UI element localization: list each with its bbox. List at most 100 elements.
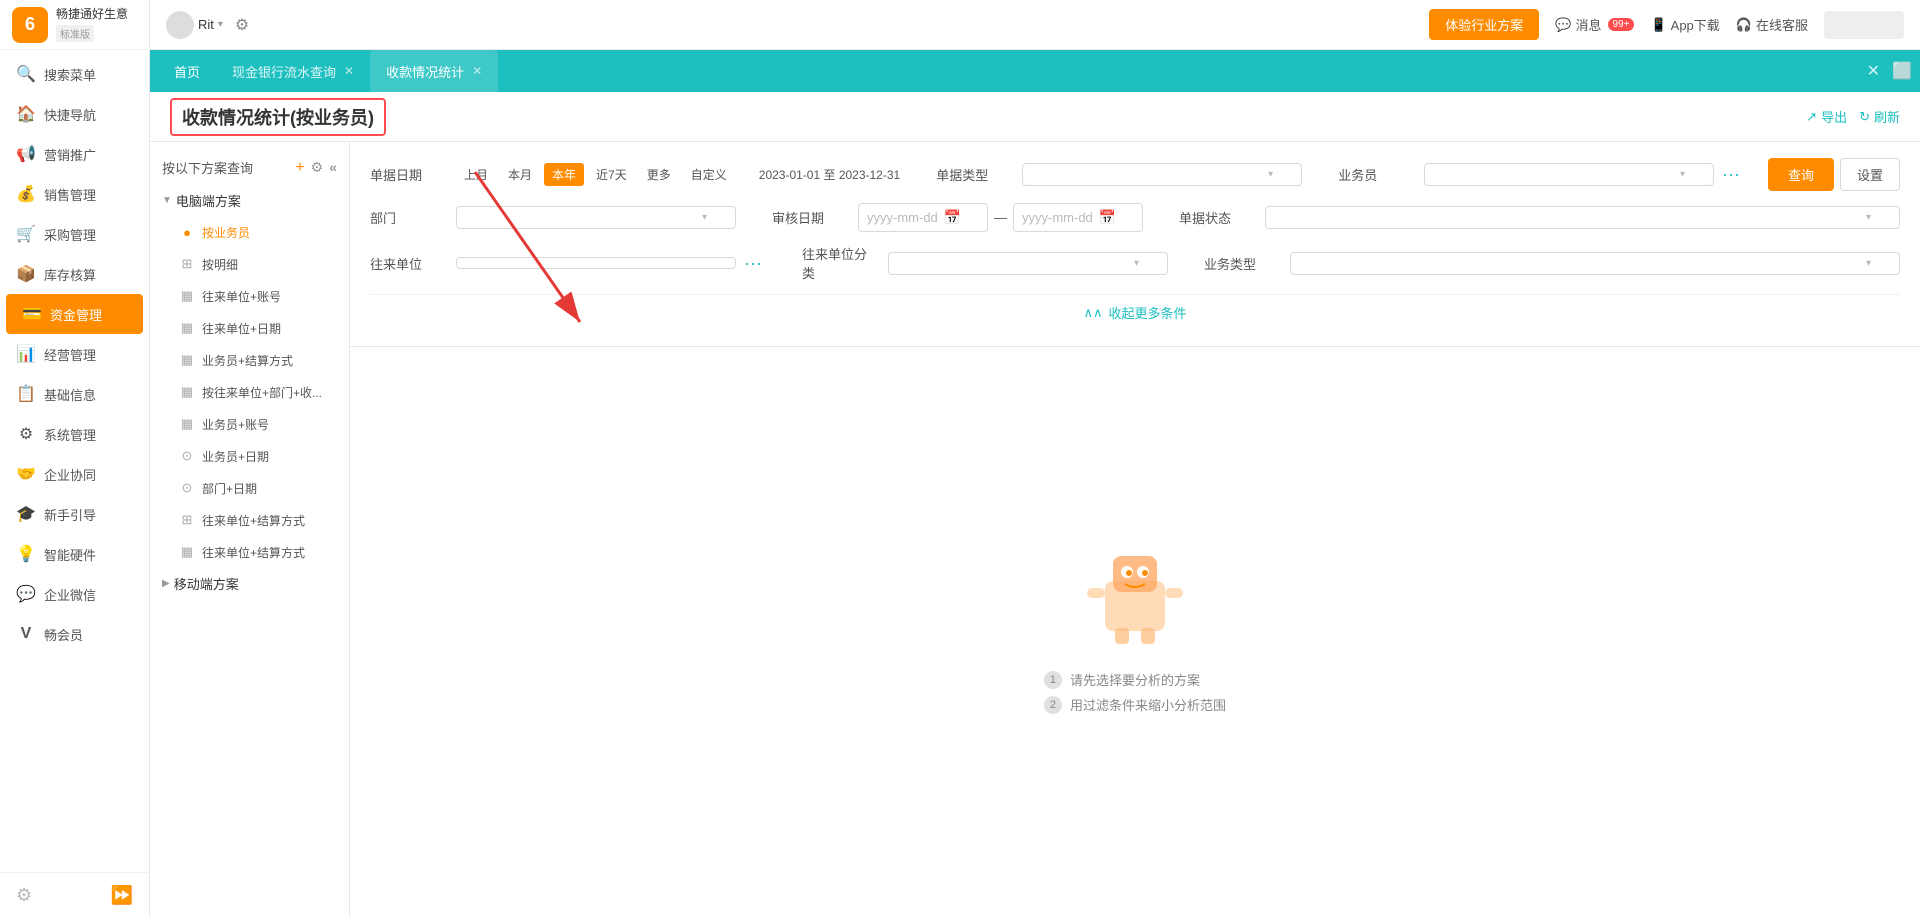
sidebar-item-quicknav[interactable]: 🏠 快捷导航 [0, 94, 149, 134]
desktop-group-header[interactable]: ▼ 电脑端方案 [150, 185, 349, 216]
collapse-filter-button[interactable]: ∧∧ 收起更多条件 [370, 294, 1900, 330]
online-service-button[interactable]: 🎧 在线客服 [1736, 15, 1808, 34]
calendar-to-icon[interactable]: 📅 [1099, 209, 1116, 226]
counterpart-category-label: 往来单位分类 [802, 244, 872, 282]
export-label: 导出 [1821, 107, 1847, 126]
trial-button[interactable]: 体验行业方案 [1429, 9, 1539, 40]
scheme-partner-payment2-icon: ▦ [178, 543, 196, 561]
refresh-label: 刷新 [1874, 107, 1900, 126]
sidebar-item-marketing[interactable]: 📢 营销推广 [0, 134, 149, 174]
date-tab-this-month[interactable]: 本月 [500, 163, 540, 186]
scheme-item-by-salesman[interactable]: ● 按业务员 [150, 216, 349, 248]
user-name: Rit [198, 17, 214, 32]
add-scheme-icon[interactable]: + [295, 159, 304, 177]
date-tab-this-year[interactable]: 本年 [544, 163, 584, 186]
dept-select[interactable]: ▾ [456, 206, 736, 229]
sidebar-item-hardware[interactable]: 💡 智能硬件 [0, 534, 149, 574]
bill-type-arrow-icon: ▾ [1268, 169, 1273, 180]
maximize-window-icon[interactable]: ⬜ [1892, 61, 1912, 81]
sidebar-item-sales[interactable]: 💰 销售管理 [0, 174, 149, 214]
bill-status-arrow-icon: ▾ [1866, 212, 1871, 223]
close-window-icon[interactable]: ✕ [1867, 61, 1880, 81]
tab-bank-flow-close[interactable]: ✕ [344, 64, 354, 78]
export-button[interactable]: ↗ 导出 [1806, 107, 1847, 126]
app-download-button[interactable]: 📱 App下载 [1650, 15, 1719, 34]
filter-row-1: 单据日期 上月 本月 本年 近7天 更多 自定义 2023-01-01 至 20… [370, 158, 1900, 191]
date-tab-more[interactable]: 更多 [639, 163, 679, 186]
tab-collection-close[interactable]: ✕ [472, 64, 482, 78]
sidebar-item-inventory[interactable]: 📦 库存核算 [0, 254, 149, 294]
sidebar-item-wechat[interactable]: 💬 企业微信 [0, 574, 149, 614]
scheme-item-partner-account[interactable]: ▦ 往来单位+账号 [150, 280, 349, 312]
bill-status-select[interactable]: ▾ [1265, 206, 1900, 229]
scheme-item-partner-dept[interactable]: ▦ 按往来单位+部门+收... [150, 376, 349, 408]
scheme-item-salesman-account[interactable]: ▦ 业务员+账号 [150, 408, 349, 440]
sidebar-item-label: 销售管理 [44, 185, 96, 204]
date-filter-label: 单据日期 [370, 165, 440, 184]
tab-home[interactable]: 首页 [158, 50, 216, 92]
sidebar-collapse-icon[interactable]: ⏩ [111, 885, 133, 906]
mobile-group-header[interactable]: ▶ 移动端方案 [150, 568, 349, 599]
counterpart-category-select[interactable]: ▾ [888, 252, 1168, 275]
page-header: 收款情况统计(按业务员) ↗ 导出 ↻ 刷新 [150, 92, 1920, 142]
sidebar-item-operations[interactable]: 📊 经营管理 [0, 334, 149, 374]
finance-icon: 💳 [22, 304, 42, 324]
scheme-item-partner-payment2[interactable]: ▦ 往来单位+结算方式 [150, 536, 349, 568]
collapse-panel-icon[interactable]: « [329, 159, 337, 177]
scheme-settings-icon[interactable]: ⚙ [311, 159, 324, 177]
topbar-gear-icon[interactable]: ⚙ [235, 15, 249, 35]
scheme-item-dept-date[interactable]: ⊙ 部门+日期 [150, 472, 349, 504]
refresh-button[interactable]: ↻ 刷新 [1859, 107, 1900, 126]
scheme-item-label: 业务员+账号 [202, 416, 269, 433]
sidebar-item-purchase[interactable]: 🛒 采购管理 [0, 214, 149, 254]
marketing-icon: 📢 [16, 144, 36, 164]
date-tab-7days[interactable]: 近7天 [588, 163, 635, 186]
date-dash: — [994, 210, 1007, 225]
scheme-item-partner-payment1[interactable]: ⊞ 往来单位+结算方式 [150, 504, 349, 536]
sidebar-item-member[interactable]: V 畅会员 [0, 614, 149, 654]
review-date-from-input[interactable]: yyyy-mm-dd 📅 [858, 203, 988, 232]
user-area[interactable]: Rit ▾ [166, 11, 223, 39]
sidebar-settings-icon[interactable]: ⚙ [16, 885, 32, 906]
salesman-more-icon[interactable]: ··· [1718, 164, 1744, 185]
tab-bank-flow[interactable]: 现金银行流水查询 ✕ [216, 50, 370, 92]
tab-collection[interactable]: 收款情况统计 ✕ [370, 50, 498, 92]
sidebar-item-guide[interactable]: 🎓 新手引导 [0, 494, 149, 534]
sidebar-item-basics[interactable]: 📋 基础信息 [0, 374, 149, 414]
sidebar-item-search[interactable]: 🔍 搜索菜单 [0, 54, 149, 94]
date-tab-custom[interactable]: 自定义 [683, 163, 735, 186]
tabs-bar-right: ✕ ⬜ [1867, 61, 1912, 81]
review-date-to-input[interactable]: yyyy-mm-dd 📅 [1013, 203, 1143, 232]
scheme-item-salesman-date[interactable]: ⊙ 业务员+日期 [150, 440, 349, 472]
search-icon: 🔍 [16, 64, 36, 84]
empty-step-2: 2 用过滤条件来缩小分析范围 [1044, 695, 1226, 714]
business-type-select[interactable]: ▾ [1290, 252, 1900, 275]
scheme-item-label: 按业务员 [202, 224, 250, 241]
sidebar-item-collab[interactable]: 🤝 企业协同 [0, 454, 149, 494]
sidebar-item-label: 库存核算 [44, 265, 96, 284]
bill-type-select[interactable]: ▾ [1022, 163, 1302, 186]
calendar-from-icon[interactable]: 📅 [944, 209, 961, 226]
messages-button[interactable]: 💬 消息 99+ [1555, 15, 1634, 34]
counterpart-select[interactable] [456, 257, 736, 269]
scheme-item-detail[interactable]: ⊞ 按明细 [150, 248, 349, 280]
scheme-item-label: 业务员+日期 [202, 448, 269, 465]
online-service-label: 在线客服 [1756, 15, 1808, 34]
settings-button[interactable]: 设置 [1840, 158, 1900, 191]
scheme-item-label: 往来单位+日期 [202, 320, 281, 337]
salesman-select[interactable]: ▾ [1424, 163, 1714, 186]
tab-collection-label: 收款情况统计 [386, 62, 464, 81]
date-tab-last-month[interactable]: 上月 [456, 163, 496, 186]
scheme-item-partner-date[interactable]: ▦ 往来单位+日期 [150, 312, 349, 344]
empty-step-1: 1 请先选择要分析的方案 [1044, 670, 1226, 689]
sidebar-item-finance[interactable]: 💳 资金管理 [6, 294, 143, 334]
system-icon: ⚙ [16, 424, 36, 444]
group-expand-icon: ▼ [162, 195, 172, 206]
guide-icon: 🎓 [16, 504, 36, 524]
counterpart-more-icon[interactable]: ··· [740, 253, 766, 274]
sidebar-item-system[interactable]: ⚙ 系统管理 [0, 414, 149, 454]
sidebar-navigation: 🔍 搜索菜单 🏠 快捷导航 📢 营销推广 💰 销售管理 🛒 采购管理 📦 库存核… [0, 50, 149, 872]
scheme-item-salesman-payment[interactable]: ▦ 业务员+结算方式 [150, 344, 349, 376]
query-button[interactable]: 查询 [1768, 158, 1834, 191]
step-2-num: 2 [1044, 696, 1062, 714]
